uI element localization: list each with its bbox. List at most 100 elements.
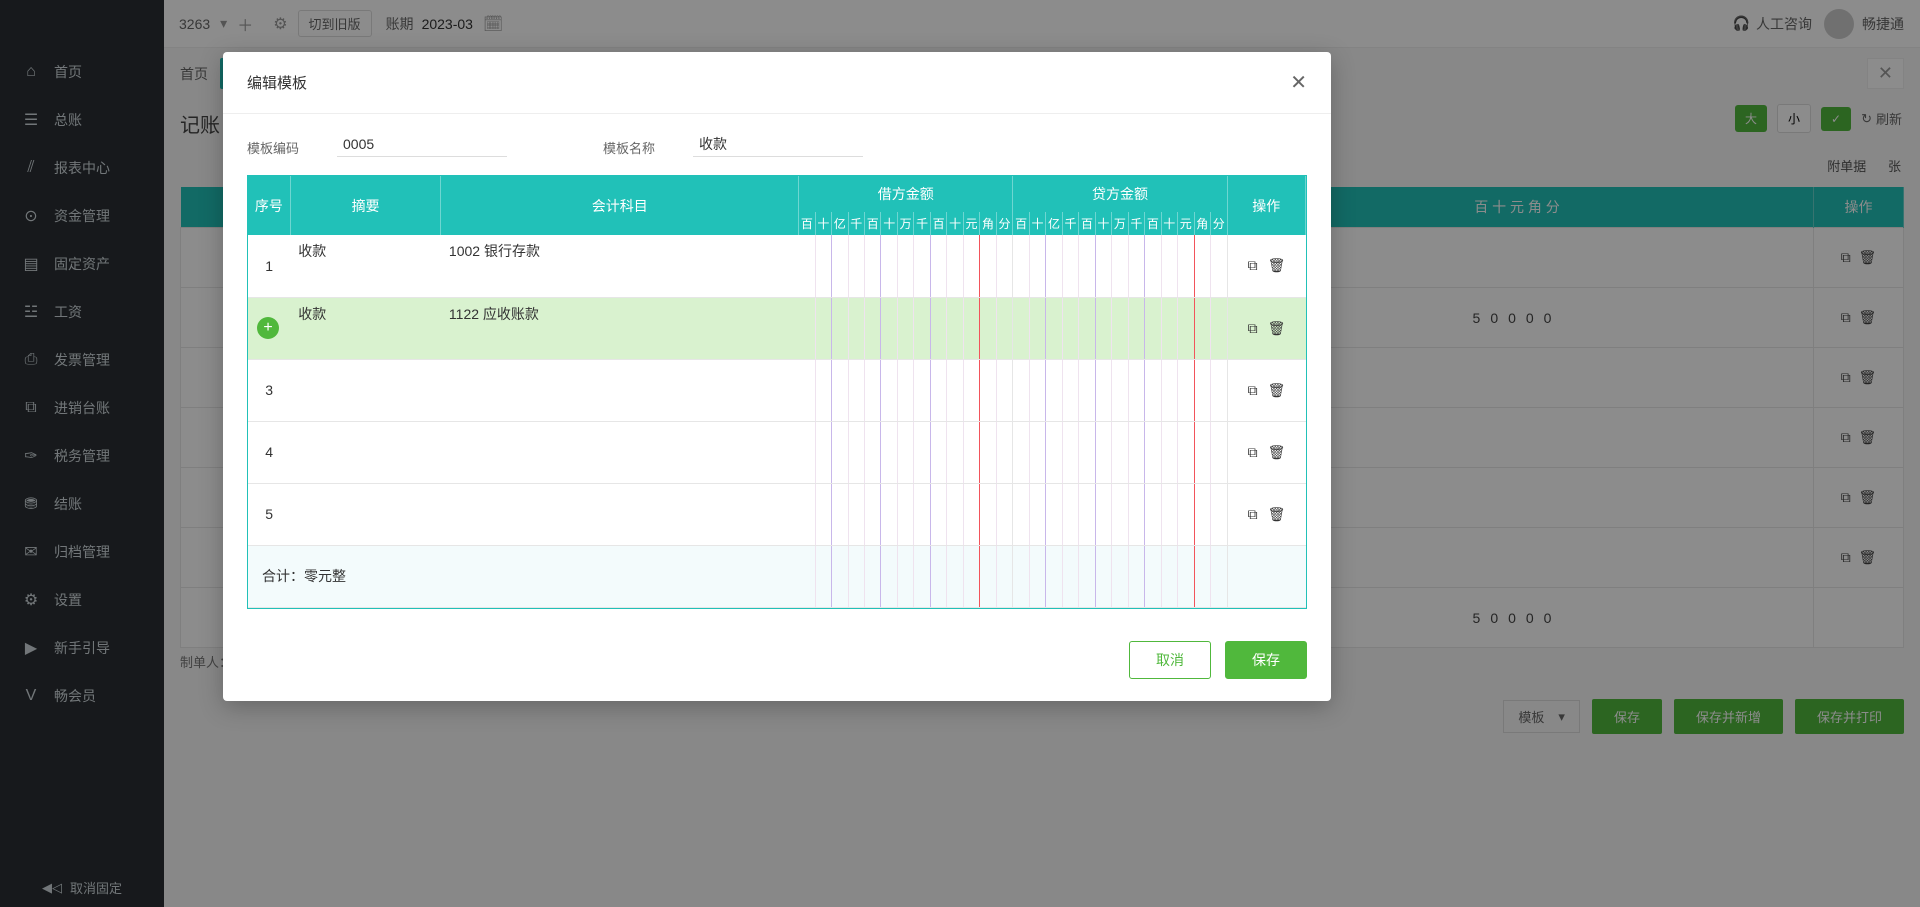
digit-cell[interactable] [799,359,815,421]
digit-cell[interactable] [1161,297,1177,359]
digit-cell[interactable] [1128,235,1144,297]
copy-icon[interactable]: ⧉ [1248,257,1258,273]
digit-cell[interactable] [1210,359,1227,421]
digit-cell[interactable] [980,421,996,483]
digit-cell[interactable] [799,483,815,545]
digit-cell[interactable] [914,235,930,297]
digit-cell[interactable] [980,297,996,359]
digit-cell[interactable] [1112,421,1128,483]
template-code-input[interactable] [337,132,507,157]
digit-cell[interactable] [897,235,913,297]
digit-cell[interactable] [963,297,979,359]
digit-cell[interactable] [1062,235,1078,297]
digit-cell[interactable] [1013,421,1029,483]
digit-cell[interactable] [848,359,864,421]
account-cell[interactable] [441,483,799,545]
digit-cell[interactable] [1178,297,1194,359]
trash-icon[interactable]: 🗑 [1268,257,1286,273]
digit-cell[interactable] [1161,483,1177,545]
account-cell[interactable]: 1002 银行存款 [441,235,799,297]
account-cell[interactable] [441,421,799,483]
digit-cell[interactable] [881,235,897,297]
digit-cell[interactable] [848,235,864,297]
copy-icon[interactable]: ⧉ [1248,320,1258,336]
digit-cell[interactable] [1029,297,1045,359]
digit-cell[interactable] [947,359,963,421]
trash-icon[interactable]: 🗑 [1268,506,1286,522]
digit-cell[interactable] [1112,235,1128,297]
digit-cell[interactable] [1046,359,1062,421]
digit-cell[interactable] [1210,483,1227,545]
digit-cell[interactable] [1178,359,1194,421]
digit-cell[interactable] [1062,297,1078,359]
digit-cell[interactable] [881,359,897,421]
digit-cell[interactable] [1079,421,1095,483]
digit-cell[interactable] [1194,235,1210,297]
digit-cell[interactable] [963,421,979,483]
summary-cell[interactable]: 收款 [290,297,441,359]
digit-cell[interactable] [1095,235,1111,297]
digit-cell[interactable] [799,297,815,359]
digit-cell[interactable] [947,421,963,483]
digit-cell[interactable] [1112,359,1128,421]
digit-cell[interactable] [1029,483,1045,545]
digit-cell[interactable] [848,297,864,359]
digit-cell[interactable] [947,235,963,297]
digit-cell[interactable] [996,421,1013,483]
digit-cell[interactable] [848,483,864,545]
account-cell[interactable] [441,359,799,421]
digit-cell[interactable] [832,359,848,421]
digit-cell[interactable] [914,297,930,359]
digit-cell[interactable] [1128,297,1144,359]
digit-cell[interactable] [963,235,979,297]
digit-cell[interactable] [914,359,930,421]
digit-cell[interactable] [1178,483,1194,545]
digit-cell[interactable] [881,483,897,545]
digit-cell[interactable] [996,235,1013,297]
digit-cell[interactable] [1145,483,1161,545]
digit-cell[interactable] [865,297,881,359]
cancel-button[interactable]: 取消 [1129,641,1211,679]
copy-icon[interactable]: ⧉ [1248,506,1258,522]
digit-cell[interactable] [865,421,881,483]
digit-cell[interactable] [963,483,979,545]
digit-cell[interactable] [897,421,913,483]
digit-cell[interactable] [815,235,831,297]
digit-cell[interactable] [881,421,897,483]
summary-cell[interactable]: 收款 [290,235,441,297]
digit-cell[interactable] [1013,359,1029,421]
copy-icon[interactable]: ⧉ [1248,444,1258,460]
digit-cell[interactable] [1046,297,1062,359]
digit-cell[interactable] [799,421,815,483]
digit-cell[interactable] [897,359,913,421]
digit-cell[interactable] [1062,483,1078,545]
digit-cell[interactable] [865,483,881,545]
digit-cell[interactable] [1029,235,1045,297]
template-name-input[interactable] [693,132,863,157]
digit-cell[interactable] [1095,297,1111,359]
digit-cell[interactable] [1029,359,1045,421]
digit-cell[interactable] [996,359,1013,421]
digit-cell[interactable] [996,297,1013,359]
digit-cell[interactable] [1210,235,1227,297]
digit-cell[interactable] [832,235,848,297]
digit-cell[interactable] [1079,483,1095,545]
digit-cell[interactable] [897,297,913,359]
digit-cell[interactable] [930,359,946,421]
digit-cell[interactable] [1194,483,1210,545]
digit-cell[interactable] [881,297,897,359]
trash-icon[interactable]: 🗑 [1268,444,1286,460]
digit-cell[interactable] [815,483,831,545]
digit-cell[interactable] [1194,359,1210,421]
digit-cell[interactable] [914,421,930,483]
summary-cell[interactable] [290,421,441,483]
digit-cell[interactable] [865,235,881,297]
digit-cell[interactable] [1013,297,1029,359]
digit-cell[interactable] [832,297,848,359]
digit-cell[interactable] [1112,483,1128,545]
digit-cell[interactable] [930,483,946,545]
digit-cell[interactable] [1210,297,1227,359]
digit-cell[interactable] [996,483,1013,545]
digit-cell[interactable] [1194,421,1210,483]
digit-cell[interactable] [1145,297,1161,359]
